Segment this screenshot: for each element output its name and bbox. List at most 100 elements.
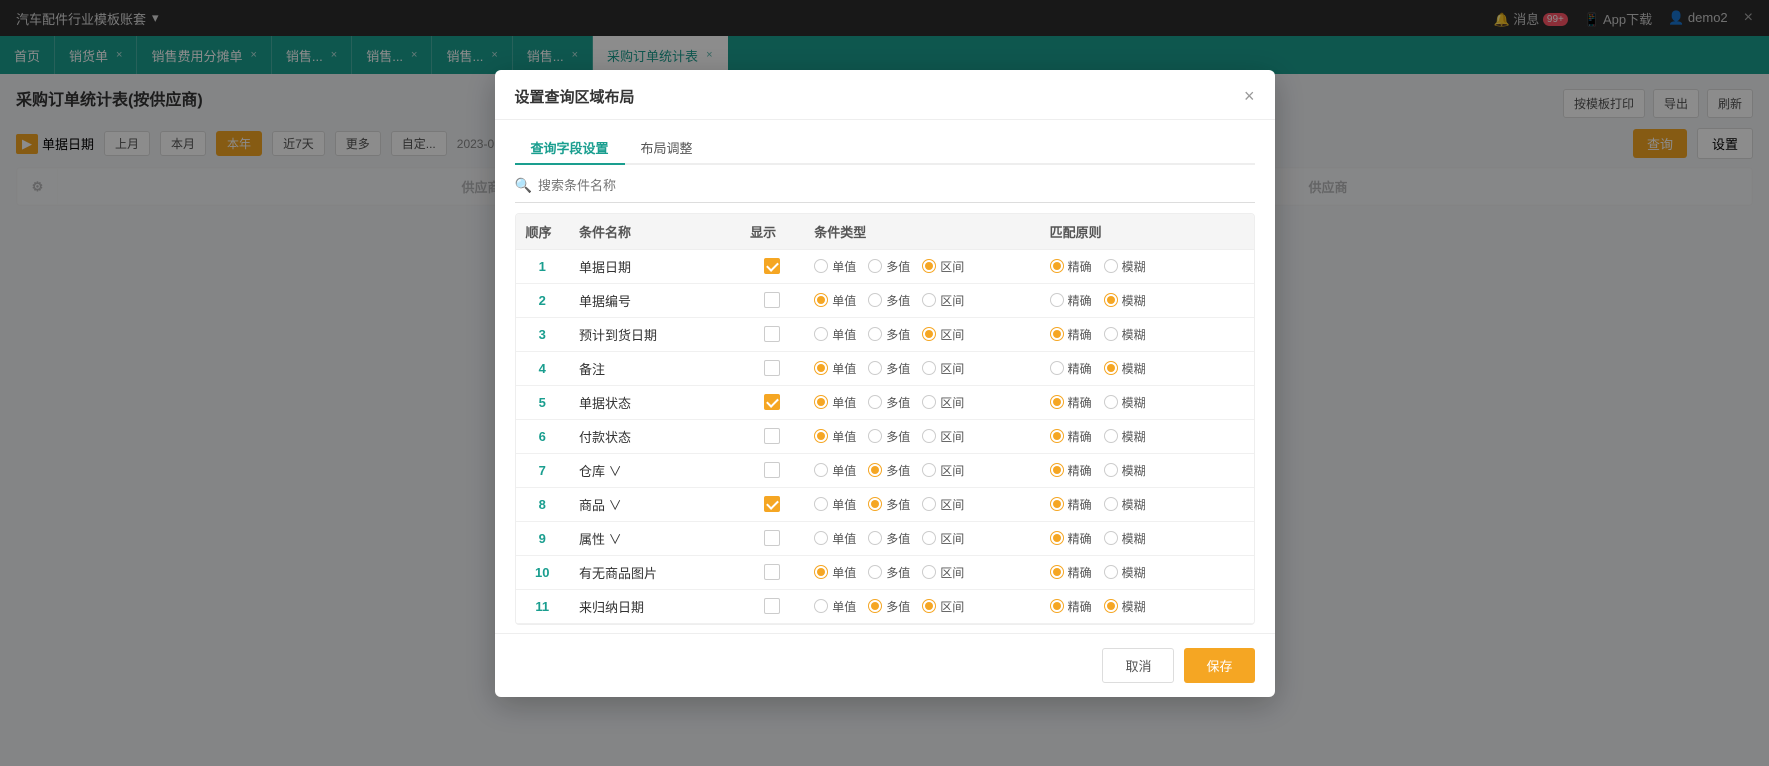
radio-circle-type-multi <box>868 293 882 307</box>
radio-match-fuzzy[interactable]: 模糊 <box>1104 292 1146 309</box>
radio-label-match-exact: 精确 <box>1068 360 1092 377</box>
cancel-button[interactable]: 取消 <box>1102 648 1174 683</box>
row-type-cell: 单值多值区间 <box>804 419 1039 453</box>
radio-match-exact[interactable]: 精确 <box>1050 428 1092 445</box>
radio-type-range[interactable]: 区间 <box>922 428 964 445</box>
show-checkbox[interactable] <box>764 428 780 444</box>
radio-match-exact[interactable]: 精确 <box>1050 598 1092 615</box>
row-match-cell: 精确模糊 <box>1040 249 1254 283</box>
radio-type-single[interactable]: 单值 <box>814 462 856 479</box>
radio-match-exact[interactable]: 精确 <box>1050 394 1092 411</box>
radio-type-multi[interactable]: 多值 <box>868 462 910 479</box>
radio-type-single[interactable]: 单值 <box>814 292 856 309</box>
show-checkbox[interactable] <box>764 496 780 512</box>
show-checkbox[interactable] <box>764 394 780 410</box>
radio-type-multi[interactable]: 多值 <box>868 394 910 411</box>
radio-type-range[interactable]: 区间 <box>922 292 964 309</box>
radio-type-multi[interactable]: 多值 <box>868 258 910 275</box>
radio-type-range[interactable]: 区间 <box>922 598 964 615</box>
radio-circle-type-multi <box>868 361 882 375</box>
radio-type-multi[interactable]: 多值 <box>868 496 910 513</box>
dialog-tab-layout[interactable]: 布局调整 <box>625 132 709 165</box>
save-button[interactable]: 保存 <box>1184 648 1254 683</box>
dialog-close-button[interactable]: × <box>1244 87 1255 105</box>
radio-type-single[interactable]: 单值 <box>814 258 856 275</box>
radio-type-range[interactable]: 区间 <box>922 564 964 581</box>
radio-type-single[interactable]: 单值 <box>814 360 856 377</box>
table-row: 4备注单值多值区间精确模糊 <box>516 351 1254 385</box>
radio-type-multi[interactable]: 多值 <box>868 292 910 309</box>
show-checkbox[interactable] <box>764 292 780 308</box>
radio-label-match-fuzzy: 模糊 <box>1122 564 1146 581</box>
row-order: 7 <box>516 453 569 487</box>
radio-match-exact[interactable]: 精确 <box>1050 462 1092 479</box>
radio-circle-type-single <box>814 259 828 273</box>
radio-label-type-range: 区间 <box>940 292 964 309</box>
radio-match-exact[interactable]: 精确 <box>1050 326 1092 343</box>
radio-circle-match-fuzzy <box>1104 259 1118 273</box>
th-match: 匹配原则 <box>1040 214 1254 250</box>
radio-match-fuzzy[interactable]: 模糊 <box>1104 360 1146 377</box>
row-match-cell: 精确模糊 <box>1040 453 1254 487</box>
radio-type-multi[interactable]: 多值 <box>868 564 910 581</box>
radio-circle-match-exact <box>1050 259 1064 273</box>
radio-match-fuzzy[interactable]: 模糊 <box>1104 530 1146 547</box>
radio-match-exact[interactable]: 精确 <box>1050 292 1092 309</box>
radio-match-fuzzy[interactable]: 模糊 <box>1104 428 1146 445</box>
radio-type-multi[interactable]: 多值 <box>868 360 910 377</box>
show-checkbox[interactable] <box>764 564 780 580</box>
radio-match-exact[interactable]: 精确 <box>1050 258 1092 275</box>
radio-type-multi[interactable]: 多值 <box>868 530 910 547</box>
radio-circle-type-range <box>922 531 936 545</box>
radio-type-single[interactable]: 单值 <box>814 530 856 547</box>
radio-match-exact[interactable]: 精确 <box>1050 530 1092 547</box>
radio-type-single[interactable]: 单值 <box>814 326 856 343</box>
radio-label-match-fuzzy: 模糊 <box>1122 292 1146 309</box>
radio-match-fuzzy[interactable]: 模糊 <box>1104 326 1146 343</box>
row-order: 11 <box>516 589 569 623</box>
radio-label-type-single: 单值 <box>832 428 856 445</box>
radio-type-range[interactable]: 区间 <box>922 326 964 343</box>
radio-type-multi[interactable]: 多值 <box>868 598 910 615</box>
radio-type-range[interactable]: 区间 <box>922 360 964 377</box>
radio-match-exact[interactable]: 精确 <box>1050 564 1092 581</box>
radio-type-single[interactable]: 单值 <box>814 598 856 615</box>
radio-match-exact[interactable]: 精确 <box>1050 360 1092 377</box>
radio-circle-type-multi <box>868 497 882 511</box>
radio-type-single[interactable]: 单值 <box>814 394 856 411</box>
radio-type-range[interactable]: 区间 <box>922 530 964 547</box>
radio-match-exact[interactable]: 精确 <box>1050 496 1092 513</box>
dialog-tab-query-fields[interactable]: 查询字段设置 <box>515 132 625 165</box>
show-checkbox[interactable] <box>764 598 780 614</box>
table-header-row: 顺序 条件名称 显示 条件类型 匹配原则 <box>516 214 1254 250</box>
radio-type-single[interactable]: 单值 <box>814 428 856 445</box>
show-checkbox[interactable] <box>764 462 780 478</box>
radio-match-fuzzy[interactable]: 模糊 <box>1104 462 1146 479</box>
show-checkbox[interactable] <box>764 530 780 546</box>
radio-circle-match-exact <box>1050 531 1064 545</box>
radio-type-range[interactable]: 区间 <box>922 462 964 479</box>
radio-match-fuzzy[interactable]: 模糊 <box>1104 496 1146 513</box>
th-type: 条件类型 <box>804 214 1039 250</box>
radio-type-range[interactable]: 区间 <box>922 258 964 275</box>
row-show-cell <box>740 419 804 453</box>
row-match-cell: 精确模糊 <box>1040 419 1254 453</box>
row-order: 3 <box>516 317 569 351</box>
show-checkbox[interactable] <box>764 258 780 274</box>
search-input[interactable] <box>538 178 1255 193</box>
radio-type-range[interactable]: 区间 <box>922 394 964 411</box>
radio-type-multi[interactable]: 多值 <box>868 326 910 343</box>
radio-match-fuzzy[interactable]: 模糊 <box>1104 564 1146 581</box>
radio-circle-match-fuzzy <box>1104 565 1118 579</box>
radio-type-single[interactable]: 单值 <box>814 564 856 581</box>
radio-match-fuzzy[interactable]: 模糊 <box>1104 598 1146 615</box>
radio-label-match-fuzzy: 模糊 <box>1122 496 1146 513</box>
show-checkbox[interactable] <box>764 360 780 376</box>
radio-match-fuzzy[interactable]: 模糊 <box>1104 258 1146 275</box>
radio-match-fuzzy[interactable]: 模糊 <box>1104 394 1146 411</box>
radio-type-range[interactable]: 区间 <box>922 496 964 513</box>
show-checkbox[interactable] <box>764 326 780 342</box>
radio-type-multi[interactable]: 多值 <box>868 428 910 445</box>
radio-type-single[interactable]: 单值 <box>814 496 856 513</box>
row-show-cell <box>740 283 804 317</box>
